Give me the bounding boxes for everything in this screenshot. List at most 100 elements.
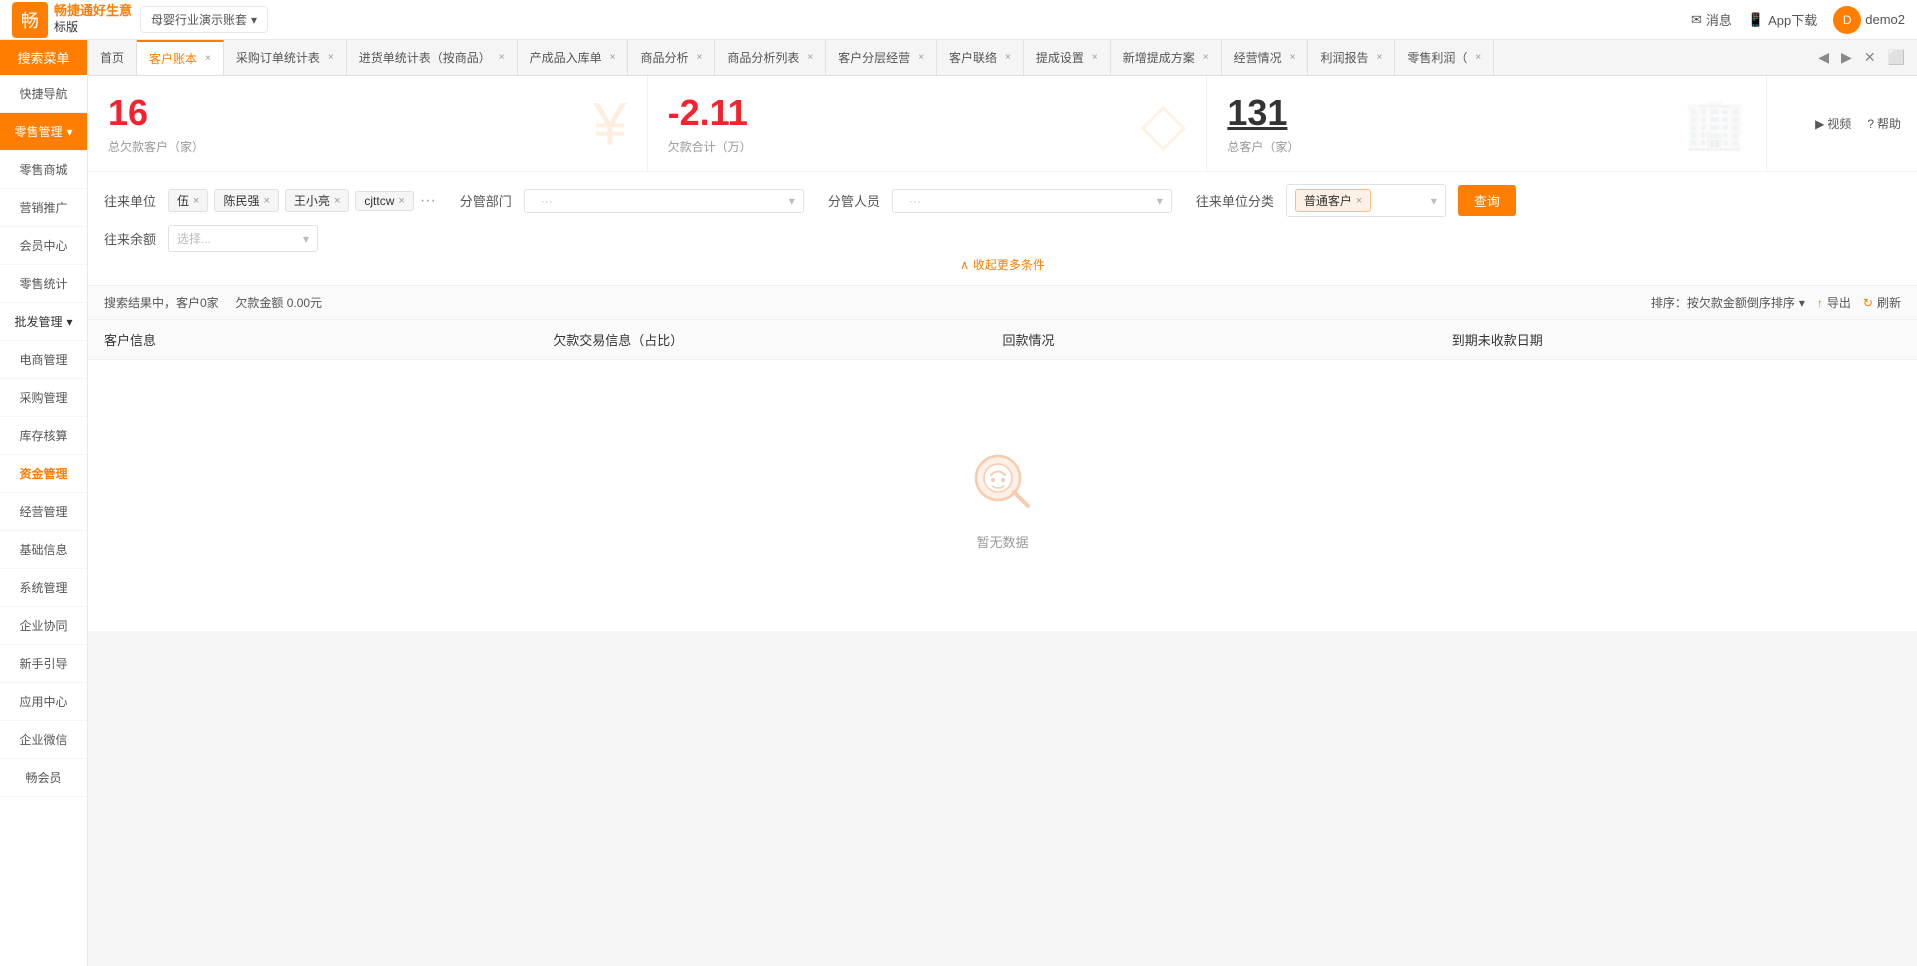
tab-purchase-stats[interactable]: 采购订单统计表 × bbox=[224, 40, 347, 76]
filter-dept-select[interactable]: ··· ▾ bbox=[524, 189, 804, 213]
sidebar-item-enterprise[interactable]: 企业协同 bbox=[0, 607, 87, 645]
query-button[interactable]: 查询 bbox=[1458, 185, 1516, 216]
sidebar-item-sys-mgmt[interactable]: 系统管理 bbox=[0, 569, 87, 607]
remove-tag-0[interactable]: × bbox=[193, 195, 199, 207]
close-tab-new-raise-plan[interactable]: × bbox=[1203, 52, 1209, 63]
close-tab-customer-segment[interactable]: × bbox=[918, 52, 924, 63]
collapse-btn[interactable]: ∧ 收起更多条件 bbox=[960, 256, 1045, 273]
top-bar-left: 畅 畅捷通好生意 标版 母婴行业演示账套 ▾ bbox=[12, 2, 268, 38]
tab-product-analysis-list[interactable]: 商品分析列表 × bbox=[715, 40, 826, 76]
stat-label-customers: 总客户（家） bbox=[1227, 138, 1299, 155]
sidebar-item-app-center[interactable]: 应用中心 bbox=[0, 683, 87, 721]
data-table: 客户信息 欠款交易信息（占比） 回款情况 到期未收款日期 bbox=[88, 320, 1917, 631]
sidebar-item-marketing[interactable]: 营销推广 bbox=[0, 189, 87, 227]
sidebar-item-retail-mall[interactable]: 零售商城 bbox=[0, 151, 87, 189]
filter-manager-select[interactable]: ··· ▾ bbox=[892, 189, 1172, 213]
remove-unit-class[interactable]: × bbox=[1356, 195, 1362, 207]
tab-retail-profit[interactable]: 零售利润（ × bbox=[1395, 40, 1494, 76]
tab-new-raise-plan[interactable]: 新增提成方案 × bbox=[1111, 40, 1222, 76]
filter-row-1: 往来单位 伍 × 陈民强 × 王小亮 × bbox=[104, 184, 1901, 217]
avatar: D bbox=[1833, 6, 1861, 34]
help-link[interactable]: ? 帮助 bbox=[1867, 115, 1901, 132]
close-tab-product-analysis-list[interactable]: × bbox=[807, 52, 813, 63]
filter-dept-label: 分管部门 bbox=[460, 191, 512, 210]
close-tab-customer-contact[interactable]: × bbox=[1005, 52, 1011, 63]
tab-customer-ledger[interactable]: 客户账本 × bbox=[137, 40, 224, 76]
manager-arrow-icon: ▾ bbox=[1157, 194, 1163, 208]
message-button[interactable]: ✉ 消息 bbox=[1691, 10, 1732, 29]
close-tab-profit-report[interactable]: × bbox=[1376, 52, 1382, 63]
close-tab-purchase-stats[interactable]: × bbox=[328, 52, 334, 63]
export-icon: ↑ bbox=[1817, 296, 1823, 310]
filter-tag-3[interactable]: cjttcw × bbox=[355, 191, 413, 211]
tab-close-all[interactable]: ✕ bbox=[1860, 47, 1880, 68]
remove-tag-1[interactable]: × bbox=[263, 195, 269, 207]
tab-home[interactable]: 首页 bbox=[88, 40, 137, 76]
refresh-button[interactable]: ↻ 刷新 bbox=[1863, 294, 1901, 311]
tab-customer-segment[interactable]: 客户分层经营 × bbox=[826, 40, 937, 76]
close-tab-raise-settings[interactable]: × bbox=[1092, 52, 1098, 63]
sidebar-item-purchase-mgmt[interactable]: 采购管理 bbox=[0, 379, 87, 417]
sidebar: 搜索菜单 快捷导航 零售管理 ▾ 零售商城 营销推广 会员中心 零售统计 批发管… bbox=[0, 40, 88, 966]
sidebar-item-ecommerce[interactable]: 电商管理 bbox=[0, 341, 87, 379]
filter-balance-select[interactable]: 选择... ▾ bbox=[168, 225, 318, 252]
sidebar-item-quick-nav[interactable]: 快捷导航 bbox=[0, 75, 87, 113]
workspace-selector[interactable]: 母婴行业演示账套 ▾ bbox=[140, 6, 268, 33]
logo-text: 畅捷通好生意 标版 bbox=[54, 3, 132, 35]
video-help-area: ▶ 视频 ? 帮助 bbox=[1767, 76, 1917, 171]
results-bar-right: 排序：按欠款金额倒序排序 ▾ ↑ 导出 ↻ 刷新 bbox=[1651, 294, 1901, 311]
close-tab-operations-info[interactable]: × bbox=[1290, 52, 1296, 63]
sidebar-item-operations[interactable]: 经营管理 bbox=[0, 493, 87, 531]
tabs-controls: ◀ ▶ ✕ ⬜ bbox=[1806, 47, 1917, 68]
close-tab-product-inbound[interactable]: × bbox=[610, 52, 616, 63]
sidebar-item-retail-mgmt[interactable]: 零售管理 ▾ bbox=[0, 113, 87, 151]
close-tab-customer-ledger[interactable]: × bbox=[205, 53, 211, 64]
tab-profit-report[interactable]: 利润报告 × bbox=[1308, 40, 1395, 76]
filter-tag-2[interactable]: 王小亮 × bbox=[285, 189, 349, 212]
tab-product-analysis[interactable]: 商品分析 × bbox=[628, 40, 715, 76]
sidebar-item-enterprise-wechat[interactable]: 企业微信 bbox=[0, 721, 87, 759]
dept-arrow-icon: ▾ bbox=[789, 194, 795, 208]
sidebar-item-member-center[interactable]: 会员中心 bbox=[0, 227, 87, 265]
user-avatar[interactable]: D demo2 bbox=[1833, 6, 1905, 34]
content-area: 首页 客户账本 × 采购订单统计表 × 进货单统计表（按商品） × 产成品入库单… bbox=[88, 40, 1917, 966]
col-debt-info: 欠款交易信息（占比） bbox=[553, 330, 1002, 349]
stats-row: ¥ 16 总欠款客户（家） ◇ -2.11 欠款合计（万） 🏢 bbox=[88, 76, 1917, 172]
filter-tag-1[interactable]: 陈民强 × bbox=[214, 189, 278, 212]
tab-operations-info[interactable]: 经营情况 × bbox=[1222, 40, 1309, 76]
export-button[interactable]: ↑ 导出 bbox=[1817, 294, 1851, 311]
tab-scroll-left[interactable]: ◀ bbox=[1814, 47, 1833, 68]
remove-tag-2[interactable]: × bbox=[334, 195, 340, 207]
sidebar-item-retail-stats[interactable]: 零售统计 bbox=[0, 265, 87, 303]
app-download-button[interactable]: 📱 App下载 bbox=[1748, 10, 1817, 29]
close-tab-retail-profit[interactable]: × bbox=[1475, 52, 1481, 63]
tab-raise-settings[interactable]: 提成设置 × bbox=[1024, 40, 1111, 76]
stat-label-debt: 欠款合计（万） bbox=[668, 138, 752, 155]
video-link[interactable]: ▶ 视频 bbox=[1815, 115, 1851, 132]
tab-product-inbound[interactable]: 产成品入库单 × bbox=[518, 40, 629, 76]
close-tab-product-analysis[interactable]: × bbox=[696, 52, 702, 63]
remove-tag-3[interactable]: × bbox=[398, 195, 404, 207]
tab-scroll-right[interactable]: ▶ bbox=[1837, 47, 1856, 68]
tab-customer-contact[interactable]: 客户联络 × bbox=[937, 40, 1024, 76]
empty-text: 暂无数据 bbox=[976, 532, 1028, 551]
sidebar-item-vip-member[interactable]: 畅会员 bbox=[0, 759, 87, 797]
tab-inbound-stats[interactable]: 进货单统计表（按商品） × bbox=[347, 40, 518, 76]
sidebar-item-new-guide[interactable]: 新手引导 bbox=[0, 645, 87, 683]
filter-area: 往来单位 伍 × 陈民强 × 王小亮 × bbox=[88, 172, 1917, 286]
filter-more-tags[interactable]: ··· bbox=[420, 192, 436, 210]
filter-tag-0[interactable]: 伍 × bbox=[168, 189, 208, 212]
sort-button[interactable]: 排序：按欠款金额倒序排序 ▾ bbox=[1651, 294, 1805, 311]
sidebar-item-inventory[interactable]: 库存核算 bbox=[0, 417, 87, 455]
filter-unit-class-label: 往来单位分类 bbox=[1196, 191, 1274, 210]
filter-unit-class-select[interactable]: 普通客户 × ▾ bbox=[1286, 184, 1446, 217]
filter-unit-class-tag[interactable]: 普通客户 × bbox=[1295, 189, 1371, 212]
tab-maximize[interactable]: ⬜ bbox=[1884, 47, 1909, 68]
sidebar-item-batch-mgmt[interactable]: 批发管理 ▾ bbox=[0, 303, 87, 341]
top-bar: 畅 畅捷通好生意 标版 母婴行业演示账套 ▾ ✉ 消息 📱 App下载 D de… bbox=[0, 0, 1917, 40]
sidebar-item-basic-info[interactable]: 基础信息 bbox=[0, 531, 87, 569]
close-tab-inbound-stats[interactable]: × bbox=[499, 52, 505, 63]
sidebar-search[interactable]: 搜索菜单 bbox=[0, 40, 87, 75]
stat-value-customers: 131 bbox=[1227, 92, 1299, 134]
sidebar-item-finance[interactable]: 资金管理 bbox=[0, 455, 87, 493]
